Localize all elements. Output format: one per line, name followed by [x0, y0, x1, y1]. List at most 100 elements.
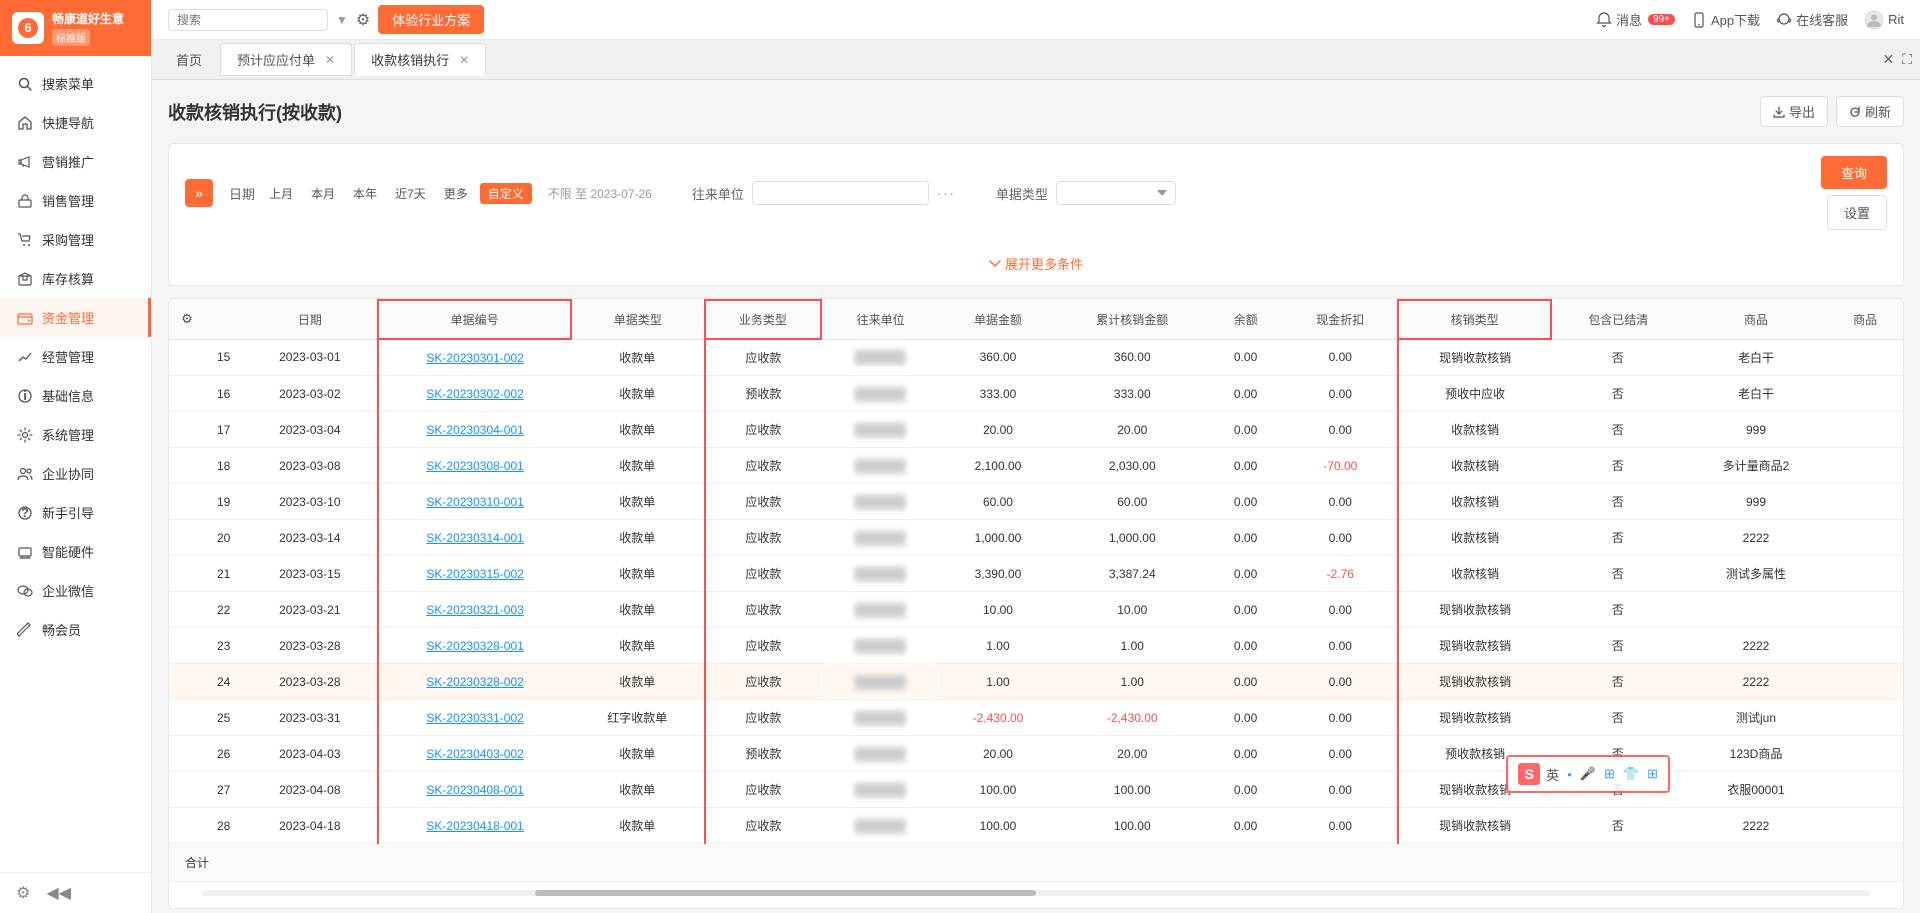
filter-last7-btn[interactable]: 近7天: [389, 183, 432, 204]
table-cell: ██████: [821, 556, 939, 592]
filter-this-year-btn[interactable]: 本年: [347, 183, 383, 204]
sidebar-item-sales[interactable]: 销售管理: [0, 181, 151, 220]
tab-receipt-close[interactable]: ✕: [459, 53, 469, 67]
table-cell: 2023-03-02: [242, 376, 378, 412]
table-cell[interactable]: SK-20230328-001: [378, 628, 571, 664]
table-cell[interactable]: SK-20230301-002: [378, 339, 571, 376]
col-doctype: 单据类型: [571, 300, 705, 339]
table-cell: 2222: [1685, 808, 1828, 844]
sidebar-item-hardware[interactable]: 智能硬件: [0, 532, 151, 571]
tab-receipt[interactable]: 收款核销执行 ✕: [354, 43, 486, 76]
sidebar-item-search[interactable]: 搜索菜单: [0, 64, 151, 103]
sidebar-item-purchase[interactable]: 采购管理: [0, 220, 151, 259]
table-cell: ██████: [821, 736, 939, 772]
table-cell: -2,430.00: [939, 700, 1057, 736]
table-cell: [169, 736, 205, 772]
filter-partner-input[interactable]: [752, 181, 929, 205]
shop-icon: [16, 192, 34, 210]
tab-prepay[interactable]: 预计应应付单 ✕: [220, 43, 352, 76]
table-cell[interactable]: SK-20230403-002: [378, 736, 571, 772]
sidebar-item-basic[interactable]: i 基础信息: [0, 376, 151, 415]
table-cell[interactable]: SK-20230308-001: [378, 448, 571, 484]
table-cell: 28: [205, 808, 242, 844]
watermark-mic-icon: 🎤: [1580, 766, 1596, 782]
megaphone-icon: [16, 153, 34, 171]
home-icon: [16, 114, 34, 132]
refresh-btn[interactable]: 刷新: [1836, 96, 1904, 127]
table-cell: [1827, 520, 1903, 556]
table-cell: -2,430.00: [1057, 700, 1208, 736]
table-cell[interactable]: SK-20230321-003: [378, 592, 571, 628]
filter-expand-more-btn[interactable]: 展开更多条件: [185, 254, 1887, 273]
table-cell: 0.00: [1283, 628, 1398, 664]
table-cell[interactable]: SK-20230408-001: [378, 772, 571, 808]
table-cell[interactable]: SK-20230302-002: [378, 376, 571, 412]
table-cell: [1827, 736, 1903, 772]
online-service-item[interactable]: 在线客服: [1776, 10, 1848, 29]
filter-this-month-btn[interactable]: 本月: [305, 183, 341, 204]
table-cell: 多计量商品2: [1685, 448, 1828, 484]
table-cell[interactable]: SK-20230310-001: [378, 484, 571, 520]
table-cell: 0.00: [1208, 520, 1284, 556]
table-cell: 应收款: [705, 412, 821, 448]
table-cell[interactable]: SK-20230328-002: [378, 664, 571, 700]
tab-prepay-close[interactable]: ✕: [325, 53, 335, 67]
tab-home[interactable]: 首页: [160, 44, 218, 75]
sidebar-item-marketing[interactable]: 营销推广: [0, 142, 151, 181]
table-cell: 2023-03-28: [242, 628, 378, 664]
scrollbar-thumb[interactable]: [535, 890, 1036, 896]
table-cell[interactable]: SK-20230418-001: [378, 808, 571, 844]
filter-more-btn[interactable]: 更多: [438, 183, 474, 204]
phone-icon: [1691, 12, 1707, 28]
collapse-icon[interactable]: ◀◀: [46, 883, 71, 903]
col-partner: 往来单位: [821, 300, 939, 339]
scrollbar-area: [169, 882, 1903, 908]
filter-receipt-type-select[interactable]: [1056, 181, 1176, 205]
table-cell: 预收中应收: [1398, 376, 1551, 412]
sidebar-item-wechat-label: 企业微信: [42, 581, 94, 600]
user-avatar: [1864, 10, 1884, 30]
table-cell: 2023-03-08: [242, 448, 378, 484]
settings-icon[interactable]: ⚙: [16, 883, 30, 903]
sidebar-item-member[interactable]: 畅会员: [0, 610, 151, 649]
sidebar-item-finance[interactable]: 资金管理: [0, 298, 151, 337]
tab-close-all-icon[interactable]: ✕: [1882, 51, 1894, 68]
app-download-item[interactable]: App下载: [1691, 10, 1760, 29]
sidebar-item-sales-label: 销售管理: [42, 191, 94, 210]
sidebar-item-shortcut[interactable]: 快捷导航: [0, 103, 151, 142]
sidebar-item-operation[interactable]: 经营管理: [0, 337, 151, 376]
col-biztype: 业务类型: [705, 300, 821, 339]
table-cell[interactable]: SK-20230331-002: [378, 700, 571, 736]
filter-last-month-btn[interactable]: 上月: [263, 183, 299, 204]
industry-solution-btn[interactable]: 体验行业方案: [378, 5, 484, 34]
messages-item[interactable]: 消息 99+: [1596, 10, 1675, 29]
sidebar-item-guide[interactable]: ? 新手引导: [0, 493, 151, 532]
topbar-dropdown-icon[interactable]: ▼: [336, 13, 348, 27]
wallet-icon: [16, 309, 34, 327]
sidebar-item-system[interactable]: 系统管理: [0, 415, 151, 454]
table-cell: 0.00: [1208, 592, 1284, 628]
topbar-search-input[interactable]: [168, 9, 328, 31]
sidebar-item-inventory[interactable]: 库存核算: [0, 259, 151, 298]
sidebar-item-corp[interactable]: 企业协同: [0, 454, 151, 493]
table-cell: 0.00: [1208, 412, 1284, 448]
horizontal-scrollbar[interactable]: [201, 890, 1871, 896]
col-settings[interactable]: ⚙: [169, 300, 205, 339]
tab-expand-icon[interactable]: ⛶: [1902, 51, 1912, 68]
query-btn[interactable]: 查询: [1821, 156, 1887, 189]
filter-expand-btn[interactable]: »: [185, 179, 213, 207]
export-btn[interactable]: 导出: [1760, 96, 1828, 127]
tab-home-label: 首页: [176, 50, 202, 69]
table-cell: 应收款: [705, 520, 821, 556]
topbar-settings-icon[interactable]: ⚙: [356, 10, 370, 30]
filter-settings-btn[interactable]: 设置: [1827, 195, 1887, 230]
table-row: 242023-03-28SK-20230328-002收款单应收款██████1…: [169, 664, 1903, 700]
filter-custom-btn[interactable]: 自定义: [480, 183, 532, 204]
sidebar-item-inventory-label: 库存核算: [42, 269, 94, 288]
table-cell[interactable]: SK-20230304-001: [378, 412, 571, 448]
user-item[interactable]: Rit: [1864, 10, 1904, 30]
svg-text:?: ?: [21, 505, 29, 520]
table-cell[interactable]: SK-20230314-001: [378, 520, 571, 556]
table-cell[interactable]: SK-20230315-002: [378, 556, 571, 592]
sidebar-item-wechat[interactable]: 企业微信: [0, 571, 151, 610]
